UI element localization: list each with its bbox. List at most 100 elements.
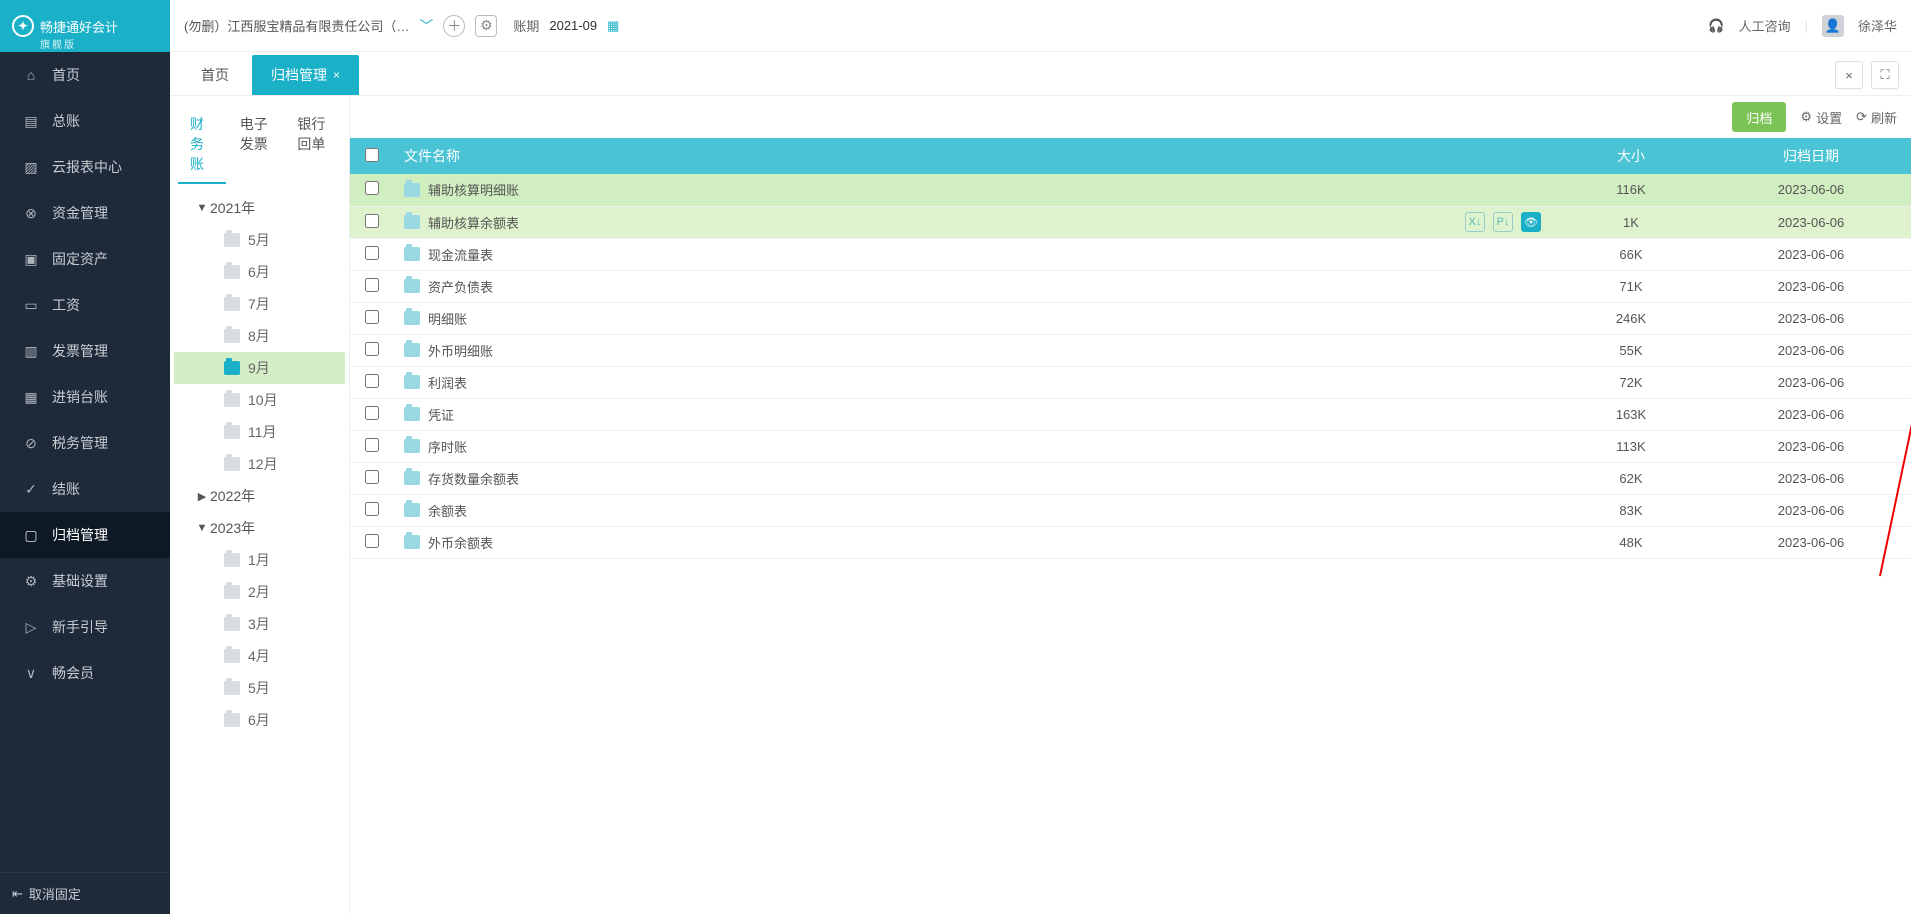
- midtab-finance[interactable]: 财务账: [178, 106, 226, 184]
- table-row[interactable]: 外币明细账 55K 2023-06-06: [350, 334, 1911, 366]
- nav-item-2[interactable]: ▨云报表中心: [0, 144, 170, 190]
- nav-item-9[interactable]: ✓结账: [0, 466, 170, 512]
- table-row[interactable]: 明细账 246K 2023-06-06: [350, 302, 1911, 334]
- tree-year[interactable]: ▶2022年: [174, 480, 345, 512]
- nav-item-12[interactable]: ▷新手引导: [0, 604, 170, 650]
- archive-button[interactable]: 归档: [1732, 102, 1786, 132]
- avatar[interactable]: 👤: [1822, 15, 1844, 37]
- tree-year[interactable]: ▼2021年: [174, 192, 345, 224]
- nav-item-11[interactable]: ⚙基础设置: [0, 558, 170, 604]
- tree-month[interactable]: 5月: [174, 224, 345, 256]
- tree-month[interactable]: 8月: [174, 320, 345, 352]
- close-icon[interactable]: ×: [333, 68, 340, 82]
- settings-link[interactable]: ⚙设置: [1800, 108, 1842, 127]
- folder-icon: [224, 233, 240, 247]
- tree-month[interactable]: 6月: [174, 704, 345, 736]
- download-pdf-icon[interactable]: P↓: [1493, 212, 1513, 232]
- brand-edition: 旗舰版: [40, 36, 76, 51]
- archive-date: 2023-06-06: [1711, 206, 1911, 238]
- tree-month[interactable]: 3月: [174, 608, 345, 640]
- row-checkbox[interactable]: [365, 502, 379, 516]
- row-checkbox[interactable]: [365, 278, 379, 292]
- company-selector[interactable]: (勿删）江西服宝精品有限责任公司（…: [184, 16, 409, 35]
- tab-archive[interactable]: 归档管理×: [252, 55, 359, 95]
- file-name: 外币明细账: [428, 341, 493, 360]
- tab-home[interactable]: 首页: [182, 55, 248, 95]
- folder-icon: [224, 553, 240, 567]
- row-checkbox[interactable]: [365, 342, 379, 356]
- select-all-checkbox[interactable]: [365, 148, 379, 162]
- nav-item-10[interactable]: ▢归档管理: [0, 512, 170, 558]
- archive-date: 2023-06-06: [1711, 270, 1911, 302]
- folder-icon: [224, 265, 240, 279]
- nav-item-7[interactable]: ▦进销台账: [0, 374, 170, 420]
- table-row[interactable]: 辅助核算明细账 116K 2023-06-06: [350, 174, 1911, 206]
- table-row[interactable]: 余额表 83K 2023-06-06: [350, 494, 1911, 526]
- folder-icon: [404, 343, 420, 357]
- row-checkbox[interactable]: [365, 181, 379, 195]
- add-button[interactable]: ＋: [443, 15, 465, 37]
- midtab-einvoice[interactable]: 电子发票: [228, 106, 284, 184]
- nav-item-8[interactable]: ⊘税务管理: [0, 420, 170, 466]
- close-all-button[interactable]: ×: [1835, 61, 1863, 89]
- table-row[interactable]: 序时账 113K 2023-06-06: [350, 430, 1911, 462]
- tree-month[interactable]: 11月: [174, 416, 345, 448]
- row-checkbox[interactable]: [365, 246, 379, 260]
- tree-month[interactable]: 5月: [174, 672, 345, 704]
- view-pdf-icon[interactable]: 👁: [1521, 212, 1541, 232]
- folder-icon: [224, 329, 240, 343]
- chevron-down-icon[interactable]: ﹀: [419, 16, 433, 36]
- sidebar: ✦ 畅捷通好会计 旗舰版 ⌂首页▤总账▨云报表中心⊗资金管理▣固定资产▭工资▥发…: [0, 0, 170, 914]
- download-excel-icon[interactable]: X↓: [1465, 212, 1485, 232]
- row-checkbox[interactable]: [365, 310, 379, 324]
- table-row[interactable]: 存货数量余额表 62K 2023-06-06: [350, 462, 1911, 494]
- folder-icon: [404, 503, 420, 517]
- refresh-icon: ⟳: [1856, 109, 1867, 125]
- support-link[interactable]: 人工咨询: [1739, 16, 1791, 35]
- user-name[interactable]: 徐泽华: [1858, 16, 1897, 35]
- midtab-bankslip[interactable]: 银行回单: [285, 106, 341, 184]
- calendar-icon[interactable]: ▦: [607, 18, 619, 34]
- period-value[interactable]: 2021-09: [549, 18, 597, 33]
- nav-item-3[interactable]: ⊗资金管理: [0, 190, 170, 236]
- row-checkbox[interactable]: [365, 438, 379, 452]
- row-checkbox[interactable]: [365, 214, 379, 228]
- folder-icon: [224, 617, 240, 631]
- folder-icon: [224, 361, 240, 375]
- refresh-link[interactable]: ⟳刷新: [1856, 108, 1897, 127]
- file-table: 文件名称 大小 归档日期 辅助核算明细账 116K 2023-06-06 辅助核…: [350, 138, 1911, 559]
- table-row[interactable]: 外币余额表 48K 2023-06-06: [350, 526, 1911, 558]
- tree-month[interactable]: 1月: [174, 544, 345, 576]
- nav-item-13[interactable]: ∨畅会员: [0, 650, 170, 696]
- nav-item-5[interactable]: ▭工资: [0, 282, 170, 328]
- table-row[interactable]: 利润表 72K 2023-06-06: [350, 366, 1911, 398]
- fullscreen-button[interactable]: ⛶: [1871, 61, 1899, 89]
- tree-month[interactable]: 12月: [174, 448, 345, 480]
- tree-month[interactable]: 10月: [174, 384, 345, 416]
- table-row[interactable]: 凭证 163K 2023-06-06: [350, 398, 1911, 430]
- archive-date: 2023-06-06: [1711, 174, 1911, 206]
- nav-item-4[interactable]: ▣固定资产: [0, 236, 170, 282]
- nav-item-1[interactable]: ▤总账: [0, 98, 170, 144]
- tree-month[interactable]: 9月: [174, 352, 345, 384]
- sidebar-footer[interactable]: ⇤ 取消固定: [0, 872, 170, 914]
- nav-item-6[interactable]: ▥发票管理: [0, 328, 170, 374]
- tree-year[interactable]: ▼2023年: [174, 512, 345, 544]
- row-checkbox[interactable]: [365, 470, 379, 484]
- tree-month[interactable]: 7月: [174, 288, 345, 320]
- table-row[interactable]: 资产负债表 71K 2023-06-06: [350, 270, 1911, 302]
- company-settings-icon[interactable]: ⚙: [475, 15, 497, 37]
- folder-icon: [224, 649, 240, 663]
- archive-date: 2023-06-06: [1711, 398, 1911, 430]
- tree-month[interactable]: 6月: [174, 256, 345, 288]
- row-checkbox[interactable]: [365, 406, 379, 420]
- row-checkbox[interactable]: [365, 374, 379, 388]
- table-row[interactable]: 辅助核算余额表 X↓ P↓ 👁 1K 2023-06-06: [350, 206, 1911, 238]
- table-row[interactable]: 现金流量表 66K 2023-06-06: [350, 238, 1911, 270]
- row-checkbox[interactable]: [365, 534, 379, 548]
- folder-icon: [404, 439, 420, 453]
- tree-month[interactable]: 2月: [174, 576, 345, 608]
- tabbar: 首页 归档管理× × ⛶: [170, 52, 1911, 96]
- nav-item-0[interactable]: ⌂首页: [0, 52, 170, 98]
- tree-month[interactable]: 4月: [174, 640, 345, 672]
